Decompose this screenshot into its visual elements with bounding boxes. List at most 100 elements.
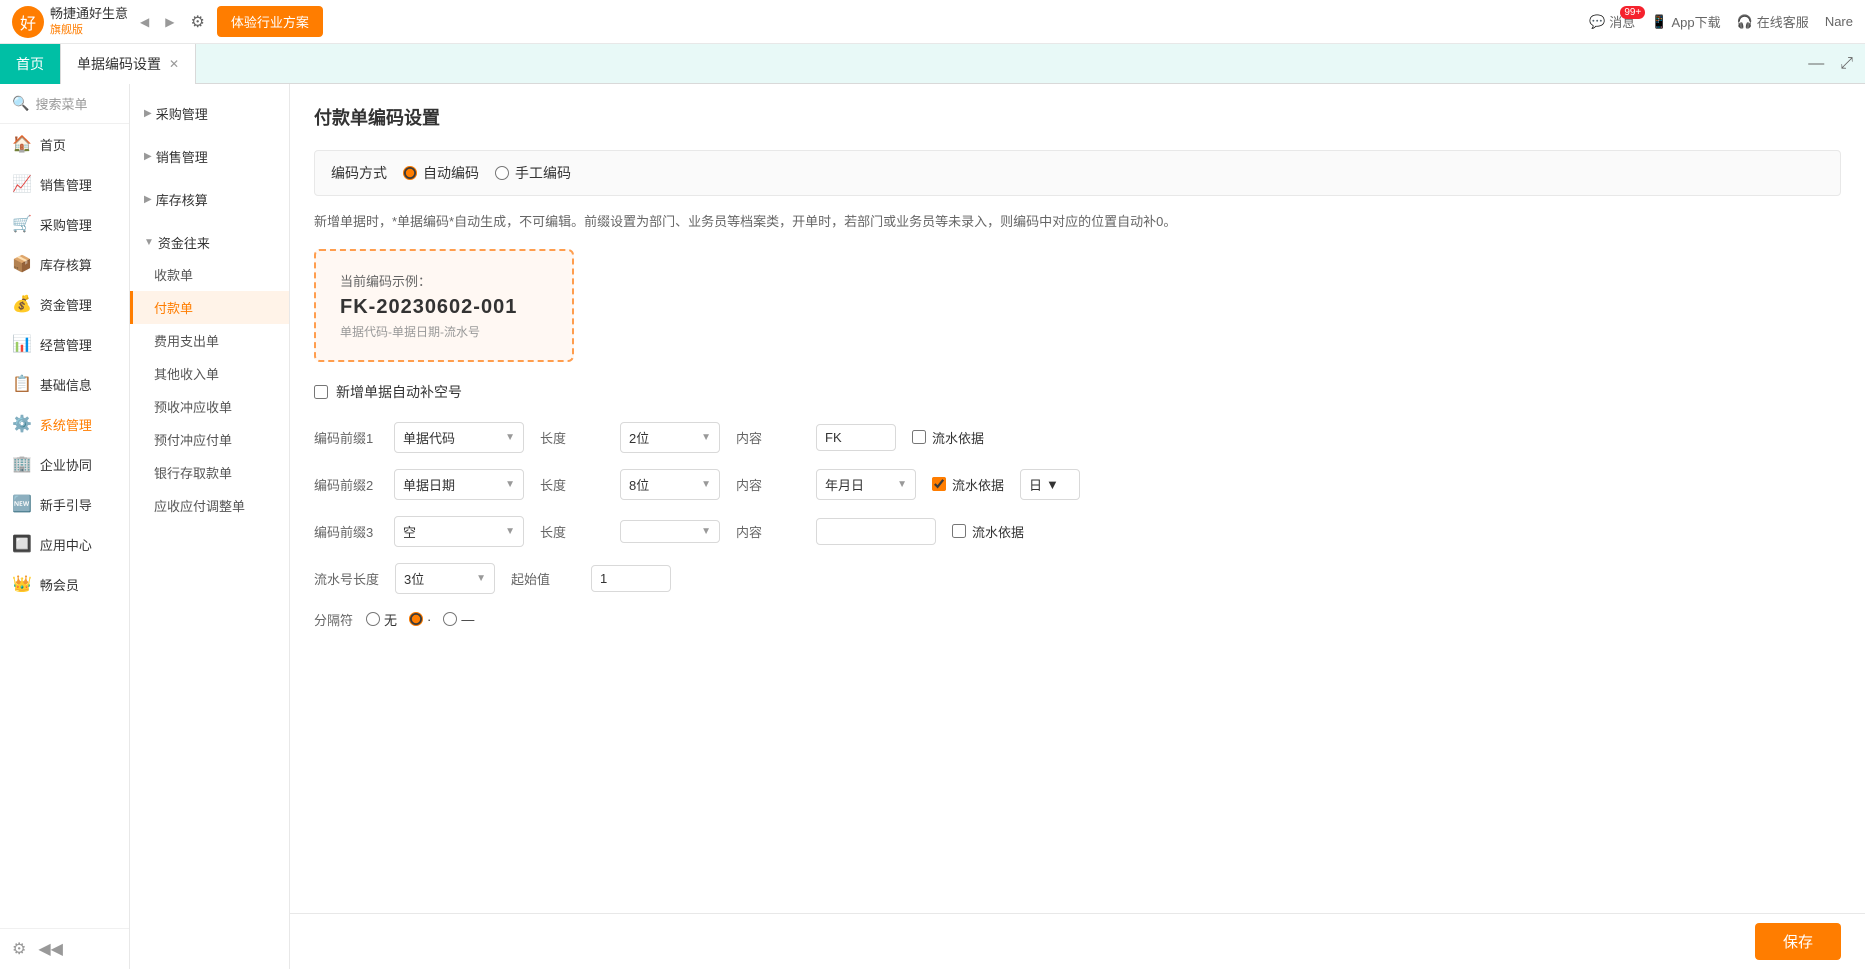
sidebar-item-inventory[interactable]: 📦 库存核算 (0, 244, 129, 284)
sales-icon: 📈 (12, 174, 32, 194)
tab-close-icon[interactable]: ✕ (169, 57, 179, 71)
sub-group-sales-title[interactable]: ▶ 销售管理 (130, 141, 289, 172)
serial-length-select[interactable]: 3位 ▼ (395, 563, 495, 594)
sidebar-purchase-label: 采购管理 (40, 215, 92, 234)
sub-item-payment[interactable]: 付款单 (130, 291, 289, 324)
online-service-button[interactable]: 🎧 在线客服 (1737, 12, 1809, 31)
sub-group-fund-title[interactable]: ▼ 资金往来 (130, 227, 289, 258)
length2-value: 8位 (629, 475, 649, 494)
prefix2-select[interactable]: 单据日期 ▼ (394, 469, 524, 500)
sep-dot-label: · (427, 612, 431, 627)
sidebar-item-home[interactable]: 🏠 首页 (0, 124, 129, 164)
sep-dash-radio[interactable] (443, 612, 457, 626)
message-badge: 99+ (1620, 6, 1645, 19)
prefix3-select[interactable]: 空 ▼ (394, 516, 524, 547)
sub-item-adjustment[interactable]: 应收应付调整单 (130, 489, 289, 522)
content1-input[interactable] (816, 424, 896, 451)
sub-item-bank[interactable]: 银行存取款单 (130, 456, 289, 489)
message-button[interactable]: 💬 消息 99+ (1589, 12, 1635, 31)
sidebar-item-member[interactable]: 👑 畅会员 (0, 564, 129, 604)
content3-label: 内容 (736, 522, 800, 541)
sep-dot-radio[interactable] (409, 612, 423, 626)
content3-input[interactable] (816, 518, 936, 545)
manual-code-radio[interactable] (495, 166, 509, 180)
sidebar-settings-icon[interactable]: ⚙ (12, 939, 26, 959)
sidebar-item-corp[interactable]: 🏢 企业协同 (0, 444, 129, 484)
purchase-icon: 🛒 (12, 214, 32, 234)
sidebar-finance-label: 资金管理 (40, 295, 92, 314)
sidebar-member-label: 畅会员 (40, 575, 79, 594)
sub-group-purchase: ▶ 采购管理 (130, 92, 289, 135)
start-value-input[interactable] (591, 565, 671, 592)
operations-icon: 📊 (12, 334, 32, 354)
sub-item-expense[interactable]: 费用支出单 (130, 324, 289, 357)
brand-logo: 好 畅捷通好生意 旗舰版 (12, 6, 128, 38)
prefix3-value: 空 (403, 522, 416, 541)
tab-home[interactable]: 首页 (0, 44, 61, 84)
tab-maximize-icon[interactable]: ⤢ (1836, 51, 1857, 77)
tab-encoding-settings[interactable]: 单据编码设置 ✕ (61, 44, 196, 84)
inventory-group-arrow: ▶ (144, 194, 152, 205)
coding-mode-radio-group: 自动编码 手工编码 (403, 163, 571, 183)
sidebar-item-apps[interactable]: 🔲 应用中心 (0, 524, 129, 564)
save-button[interactable]: 保存 (1755, 923, 1841, 960)
length1-select[interactable]: 2位 ▼ (620, 422, 720, 453)
sidebar-operations-label: 经营管理 (40, 335, 92, 354)
sidebar-item-guide[interactable]: 🆕 新手引导 (0, 484, 129, 524)
settings-icon[interactable]: ⚙ (186, 8, 208, 36)
content2-select[interactable]: 年月日 ▼ (816, 469, 916, 500)
sidebar-item-sales[interactable]: 📈 销售管理 (0, 164, 129, 204)
sidebar-item-purchase[interactable]: 🛒 采购管理 (0, 204, 129, 244)
advance-receivable-label: 预收冲应收单 (154, 400, 232, 415)
sub-group-inventory-title[interactable]: ▶ 库存核算 (130, 184, 289, 215)
sidebar-item-system[interactable]: ⚙️ 系统管理 (0, 404, 129, 444)
sub-item-receipt[interactable]: 收款单 (130, 258, 289, 291)
auto-fill-checkbox[interactable] (314, 385, 328, 399)
auto-code-option[interactable]: 自动编码 (403, 163, 479, 183)
sub-item-other-income[interactable]: 其他收入单 (130, 357, 289, 390)
search-icon: 🔍 (12, 95, 29, 112)
prefix1-value: 单据代码 (403, 428, 455, 447)
fund-group-label: 资金往来 (158, 233, 210, 252)
sidebar-sales-label: 销售管理 (40, 175, 92, 194)
length1-value: 2位 (629, 428, 649, 447)
manual-code-option[interactable]: 手工编码 (495, 163, 571, 183)
sidebar-item-basic[interactable]: 📋 基础信息 (0, 364, 129, 404)
stream1-checkbox[interactable] (912, 430, 926, 444)
sidebar-search[interactable]: 🔍 搜索菜单 (0, 84, 129, 124)
length3-select[interactable]: ▼ (620, 520, 720, 543)
sidebar-item-finance[interactable]: 💰 资金管理 (0, 284, 129, 324)
separator-radio-group: 无 · — (366, 610, 474, 629)
tab-encoding-label: 单据编码设置 (77, 54, 161, 74)
sub-item-advance-receivable[interactable]: 预收冲应收单 (130, 390, 289, 423)
prefix3-dropdown-arrow: ▼ (505, 526, 515, 537)
length2-select[interactable]: 8位 ▼ (620, 469, 720, 500)
stream1-label: 流水依据 (932, 428, 984, 447)
tab-minimize-icon[interactable]: — (1804, 51, 1828, 77)
brand-text-block: 畅捷通好生意 旗舰版 (50, 6, 128, 38)
user-info[interactable]: Nare (1825, 14, 1853, 29)
sidebar-item-operations[interactable]: 📊 经营管理 (0, 324, 129, 364)
sub-group-purchase-title[interactable]: ▶ 采购管理 (130, 98, 289, 129)
prefix1-dropdown-arrow: ▼ (505, 432, 515, 443)
stream2-checkbox[interactable] (932, 477, 946, 491)
sep-dash-option[interactable]: — (443, 612, 474, 627)
auto-code-radio[interactable] (403, 166, 417, 180)
sep-dot-option[interactable]: · (409, 612, 431, 627)
stream2-unit-select[interactable]: 日 ▼ (1020, 469, 1080, 500)
prefix1-select[interactable]: 单据代码 ▼ (394, 422, 524, 453)
app-download-button[interactable]: 📱 App下载 (1651, 12, 1720, 31)
apps-icon: 🔲 (12, 534, 32, 554)
nav-back-arrow[interactable]: ◀ (136, 11, 153, 33)
nav-forward-arrow[interactable]: ▶ (161, 11, 178, 33)
sep-none-radio[interactable] (366, 612, 380, 626)
trial-button[interactable]: 体验行业方案 (217, 6, 323, 37)
nav-controls: ◀ ▶ ⚙ 体验行业方案 (136, 6, 323, 37)
sub-item-advance-payable[interactable]: 预付冲应付单 (130, 423, 289, 456)
stream2-label: 流水依据 (952, 475, 1004, 494)
prefix2-value: 单据日期 (403, 475, 455, 494)
sep-none-option[interactable]: 无 (366, 610, 397, 629)
stream3-checkbox[interactable] (952, 524, 966, 538)
sidebar-collapse-icon[interactable]: ◀◀ (38, 939, 63, 959)
stream3-label: 流水依据 (972, 522, 1024, 541)
